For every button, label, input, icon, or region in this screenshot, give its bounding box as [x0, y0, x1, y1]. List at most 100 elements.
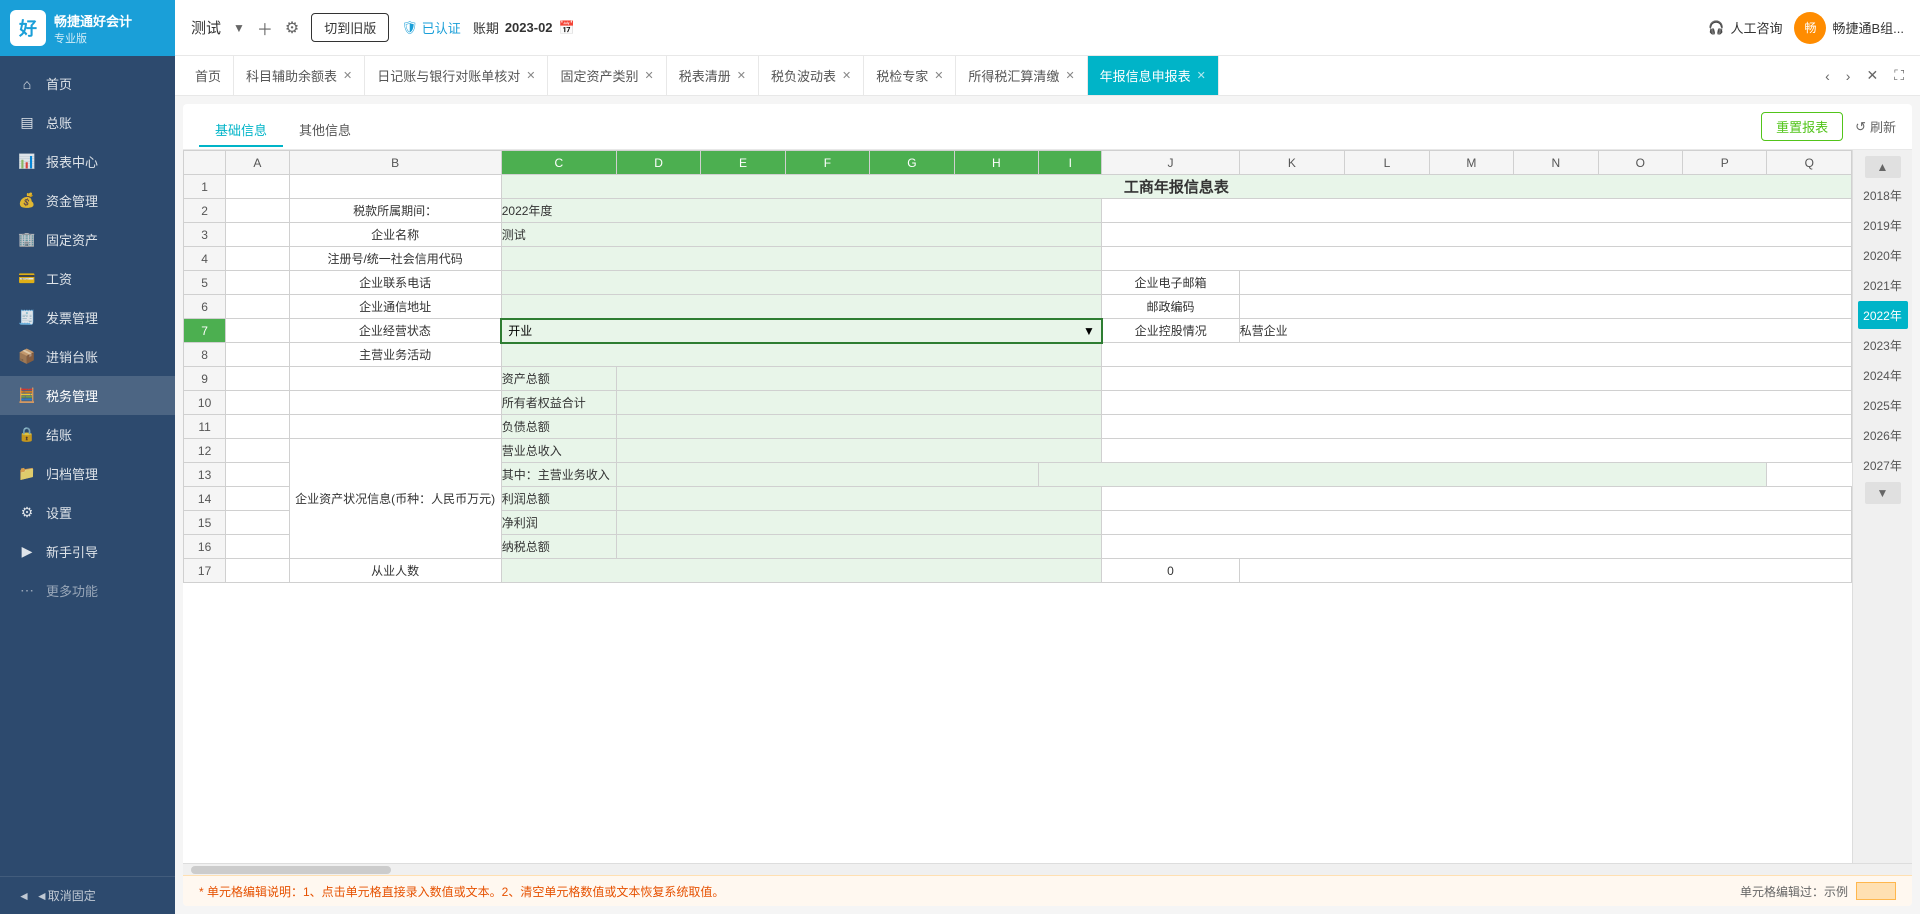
- tab-tax-fluctuation[interactable]: 税负波动表 ✕: [759, 56, 864, 96]
- cell-4a[interactable]: [226, 247, 289, 271]
- cell-16d[interactable]: [616, 535, 1102, 559]
- col-header-c[interactable]: C: [501, 151, 616, 175]
- cell-3j[interactable]: [1102, 223, 1852, 247]
- col-header-k[interactable]: K: [1239, 151, 1345, 175]
- sidebar-item-more[interactable]: ⋯ 更多功能: [0, 571, 175, 610]
- sub-tab-basic[interactable]: 基础信息: [199, 114, 283, 147]
- cell-5a[interactable]: [226, 271, 289, 295]
- cell-14j[interactable]: [1102, 487, 1852, 511]
- year-item-2019[interactable]: 2019年: [1858, 211, 1908, 239]
- cell-1b[interactable]: [289, 175, 501, 199]
- tab-close-fixed-asset-type[interactable]: ✕: [645, 69, 654, 82]
- cell-11d[interactable]: [616, 415, 1102, 439]
- cell-10a[interactable]: [226, 391, 289, 415]
- h-scroll-thumb[interactable]: [191, 866, 391, 874]
- cell-9j[interactable]: [1102, 367, 1852, 391]
- col-header-b[interactable]: B: [289, 151, 501, 175]
- cell-14c[interactable]: 利润总额: [501, 487, 616, 511]
- topbar-add-btn[interactable]: ＋: [257, 16, 273, 40]
- cell-8b[interactable]: 主营业务活动: [289, 343, 501, 367]
- cell-8j[interactable]: [1102, 343, 1852, 367]
- cell-15a[interactable]: [226, 511, 289, 535]
- cell-5b[interactable]: 企业联系电话: [289, 271, 501, 295]
- year-item-2022[interactable]: 2022年: [1858, 301, 1908, 329]
- tab-aux-balance[interactable]: 科目辅助余额表 ✕: [234, 56, 365, 96]
- cell-6c[interactable]: [501, 295, 1102, 319]
- year-item-2018[interactable]: 2018年: [1858, 181, 1908, 209]
- cell-13j[interactable]: [1039, 463, 1767, 487]
- cell-17k[interactable]: [1239, 559, 1851, 583]
- reset-report-button[interactable]: 重置报表: [1761, 112, 1843, 141]
- cell-2j[interactable]: [1102, 199, 1852, 223]
- cell-9a[interactable]: [226, 367, 289, 391]
- cell-11c[interactable]: 负债总额: [501, 415, 616, 439]
- cell-2c[interactable]: 2022年度: [501, 199, 1102, 223]
- tab-fixed-asset-type[interactable]: 固定资产类别 ✕: [548, 56, 666, 96]
- tab-close-bank-reconcile[interactable]: ✕: [526, 69, 535, 82]
- year-scroll-down-btn[interactable]: ▼: [1865, 482, 1901, 504]
- cell-8c[interactable]: [501, 343, 1102, 367]
- cell-10c[interactable]: 所有者权益合计: [501, 391, 616, 415]
- cell-4b[interactable]: 注册号/统一社会信用代码: [289, 247, 501, 271]
- tab-close-tax-fluctuation[interactable]: ✕: [842, 69, 851, 82]
- col-header-j[interactable]: J: [1102, 151, 1239, 175]
- cell-5j[interactable]: 企业电子邮箱: [1102, 271, 1239, 295]
- cell-17a[interactable]: [226, 559, 289, 583]
- year-item-2021[interactable]: 2021年: [1858, 271, 1908, 299]
- sidebar-item-archive[interactable]: 📁 归档管理: [0, 454, 175, 493]
- tab-home[interactable]: 首页: [183, 56, 234, 96]
- cell-16c[interactable]: 纳税总额: [501, 535, 616, 559]
- cell-2a[interactable]: [226, 199, 289, 223]
- cell-12c[interactable]: 营业总收入: [501, 439, 616, 463]
- sidebar-item-payroll[interactable]: 💳 工资: [0, 259, 175, 298]
- cell-10j[interactable]: [1102, 391, 1852, 415]
- col-header-a[interactable]: A: [226, 151, 289, 175]
- cell-9c[interactable]: 资产总额: [501, 367, 616, 391]
- tab-income-tax[interactable]: 所得税汇算清缴 ✕: [956, 56, 1087, 96]
- sub-tab-other[interactable]: 其他信息: [283, 114, 367, 147]
- sidebar-item-home[interactable]: ⌂ 首页: [0, 64, 175, 103]
- horizontal-scrollbar[interactable]: [183, 863, 1912, 875]
- cell-12d[interactable]: [616, 439, 1102, 463]
- cell-6b[interactable]: 企业通信地址: [289, 295, 501, 319]
- sidebar-item-guide[interactable]: ▶ 新手引导: [0, 532, 175, 571]
- tab-close-annual-report[interactable]: ✕: [1197, 69, 1206, 82]
- sidebar-item-inventory[interactable]: 📦 进销台账: [0, 337, 175, 376]
- year-item-2025[interactable]: 2025年: [1858, 391, 1908, 419]
- cell-10b[interactable]: [289, 391, 501, 415]
- tab-expand-btn[interactable]: ⛶: [1886, 67, 1912, 84]
- cell-15c[interactable]: 净利润: [501, 511, 616, 535]
- col-header-l[interactable]: L: [1345, 151, 1429, 175]
- cell-7b[interactable]: 企业经营状态: [289, 319, 501, 343]
- cell-12j[interactable]: [1102, 439, 1852, 463]
- col-header-m[interactable]: M: [1429, 151, 1513, 175]
- cell-4c[interactable]: [501, 247, 1102, 271]
- tab-close-aux-balance[interactable]: ✕: [343, 69, 352, 82]
- col-header-i[interactable]: I: [1039, 151, 1102, 175]
- cell-13e[interactable]: [616, 463, 1038, 487]
- cell-11j[interactable]: [1102, 415, 1852, 439]
- sidebar-item-funds[interactable]: 💰 资金管理: [0, 181, 175, 220]
- cell-1a[interactable]: [226, 175, 289, 199]
- cell-12a[interactable]: [226, 439, 289, 463]
- cell-16a[interactable]: [226, 535, 289, 559]
- cell-6j[interactable]: 邮政编码: [1102, 295, 1239, 319]
- col-header-p[interactable]: P: [1683, 151, 1767, 175]
- col-header-e[interactable]: E: [701, 151, 785, 175]
- tab-tax-expert[interactable]: 税检专家 ✕: [864, 56, 956, 96]
- sidebar-item-settings[interactable]: ⚙ 设置: [0, 493, 175, 532]
- cell-17b[interactable]: 从业人数: [289, 559, 501, 583]
- sidebar-collapse-btn[interactable]: ◄ ◄取消固定: [0, 876, 175, 914]
- cell-7j[interactable]: 企业控股情况: [1102, 319, 1239, 343]
- year-scroll-up-btn[interactable]: ▲: [1865, 156, 1901, 178]
- cell-11b[interactable]: [289, 415, 501, 439]
- year-item-2023[interactable]: 2023年: [1858, 331, 1908, 359]
- tab-bank-reconcile[interactable]: 日记账与银行对账单核对 ✕: [365, 56, 548, 96]
- tab-annual-report[interactable]: 年报信息申报表 ✕: [1088, 56, 1219, 96]
- old-version-button[interactable]: 切到旧版: [311, 13, 389, 42]
- cell-16j[interactable]: [1102, 535, 1852, 559]
- sidebar-item-reports[interactable]: 📊 报表中心: [0, 142, 175, 181]
- cell-1-title[interactable]: 工商年报信息表: [501, 175, 1851, 199]
- cell-5c[interactable]: [501, 271, 1102, 295]
- calendar-icon[interactable]: 📅: [559, 20, 575, 36]
